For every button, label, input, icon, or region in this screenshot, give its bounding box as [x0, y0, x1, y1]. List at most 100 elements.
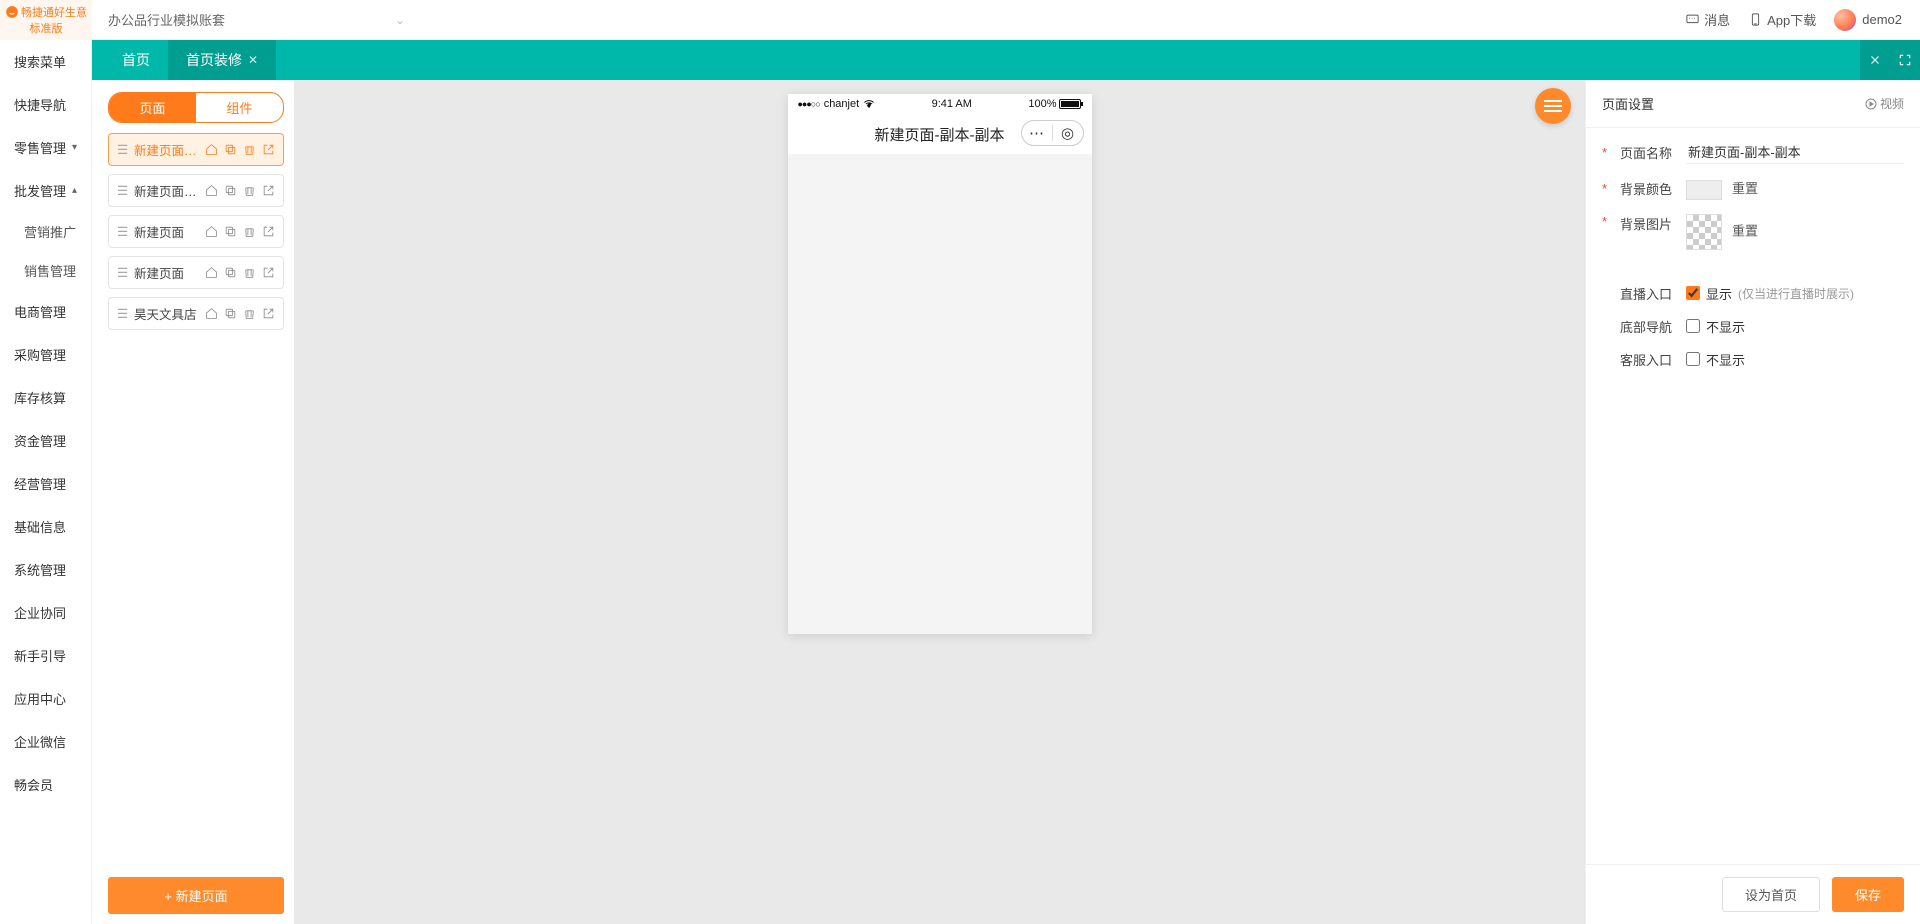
page-row[interactable]: ☰ 新建页面-副本-... [108, 133, 284, 166]
miniprogram-capsule[interactable]: ⋯ ◎ [1021, 120, 1084, 146]
drag-icon[interactable]: ☰ [117, 142, 128, 157]
page-row[interactable]: ☰ 新建页面 [108, 215, 284, 248]
nav-retail[interactable]: 零售管理▾ [0, 126, 91, 169]
topbar: 畅捷通好生意 标准版 办公品行业模拟账套 ⌄ 消息 App下载 demo2 [0, 0, 1920, 40]
share-icon[interactable] [262, 143, 275, 156]
target-icon[interactable]: ◎ [1053, 124, 1083, 142]
reset-bg-color[interactable]: 重置 [1732, 181, 1758, 196]
carrier-label: chanjet [824, 98, 859, 110]
nav-collab[interactable]: 企业协同 [0, 591, 91, 634]
live-entry-checkbox[interactable] [1686, 286, 1700, 300]
save-button[interactable]: 保存 [1832, 877, 1904, 912]
nav-operation[interactable]: 经营管理 [0, 462, 91, 505]
nav-purchase[interactable]: 采购管理 [0, 333, 91, 376]
user-menu[interactable]: demo2 [1834, 9, 1902, 31]
set-home-button[interactable]: 设为首页 [1722, 877, 1820, 912]
delete-icon[interactable] [243, 143, 256, 156]
nav-wholesale-marketing[interactable]: 营销推广 [0, 212, 91, 251]
page-row[interactable]: ☰ 昊天文具店 [108, 297, 284, 330]
share-icon[interactable] [262, 266, 275, 279]
share-icon[interactable] [262, 184, 275, 197]
nav-ecommerce[interactable]: 电商管理 [0, 290, 91, 333]
bg-color-swatch[interactable] [1686, 180, 1722, 200]
delete-icon[interactable] [243, 307, 256, 320]
canvas-menu-button[interactable] [1535, 88, 1571, 124]
account-set-select[interactable]: 办公品行业模拟账套 ⌄ [108, 10, 405, 29]
battery-label: 100% [1028, 98, 1056, 110]
delete-icon[interactable] [243, 225, 256, 238]
reset-bg-image[interactable]: 重置 [1732, 223, 1758, 238]
messages-link[interactable]: 消息 [1685, 10, 1730, 29]
tab-decorate[interactable]: 首页装修 ✕ [168, 40, 276, 80]
status-bar: ●●●○○ chanjet 9:41 AM 100% [788, 94, 1092, 114]
brand-icon [5, 5, 19, 19]
delete-icon[interactable] [243, 266, 256, 279]
home-icon[interactable] [205, 143, 218, 156]
home-icon[interactable] [205, 307, 218, 320]
close-icon[interactable]: ✕ [248, 53, 258, 67]
phone-title: 新建页面-副本-副本 [875, 124, 1005, 145]
pagelist-tab-page[interactable]: 页面 [109, 93, 196, 122]
phone-titlebar: 新建页面-副本-副本 ⋯ ◎ [788, 114, 1092, 154]
caret-up-icon: ▴ [72, 185, 77, 196]
phone-body[interactable] [788, 154, 1092, 634]
brand-text: 畅捷通好生意 [21, 4, 87, 20]
play-icon [1865, 98, 1877, 110]
top-actions: 消息 App下载 demo2 [1685, 9, 1920, 31]
copy-icon[interactable] [224, 184, 237, 197]
username: demo2 [1862, 12, 1902, 27]
cs-entry-checkbox[interactable] [1686, 352, 1700, 366]
fullscreen-button[interactable] [1890, 40, 1920, 80]
nav-system[interactable]: 系统管理 [0, 548, 91, 591]
nav-wechat[interactable]: 企业微信 [0, 720, 91, 763]
nav-inventory[interactable]: 库存核算 [0, 376, 91, 419]
drag-icon[interactable]: ☰ [117, 265, 128, 280]
home-icon[interactable] [205, 266, 218, 279]
add-page-button[interactable]: + 新建页面 [108, 877, 284, 914]
nav-wholesale-sales[interactable]: 销售管理 [0, 251, 91, 290]
home-icon[interactable] [205, 184, 218, 197]
drag-icon[interactable]: ☰ [117, 183, 128, 198]
primary-nav: 搜索菜单 快捷导航 零售管理▾ 批发管理▴ 营销推广 销售管理 电商管理 采购管… [0, 40, 92, 924]
bottom-nav-checkbox[interactable] [1686, 319, 1700, 333]
drag-icon[interactable]: ☰ [117, 224, 128, 239]
version-badge: 标准版 [30, 20, 63, 36]
avatar [1834, 9, 1856, 31]
nav-quick[interactable]: 快捷导航 [0, 83, 91, 126]
page-name-input[interactable] [1686, 140, 1904, 164]
drag-icon[interactable]: ☰ [117, 306, 128, 321]
share-icon[interactable] [262, 225, 275, 238]
copy-icon[interactable] [224, 225, 237, 238]
phone-preview: ●●●○○ chanjet 9:41 AM 100% 新建页面-副本-副本 ⋯ … [788, 94, 1092, 634]
share-icon[interactable] [262, 307, 275, 320]
page-row[interactable]: ☰ 新建页面 [108, 256, 284, 289]
more-icon[interactable]: ⋯ [1022, 124, 1052, 142]
delete-icon[interactable] [243, 184, 256, 197]
account-set-label: 办公品行业模拟账套 [108, 10, 225, 29]
video-link[interactable]: 视频 [1865, 95, 1904, 112]
nav-guide[interactable]: 新手引导 [0, 634, 91, 677]
signal-icon: ●●●○○ [798, 99, 820, 109]
settings-panel: 页面设置 视频 *页面名称 *背景颜色 重置 *背景图片 重置 直播入口 [1585, 80, 1920, 924]
page-row[interactable]: ☰ 新建页面-副本 [108, 174, 284, 207]
caret-down-icon: ▾ [72, 142, 77, 153]
home-icon[interactable] [205, 225, 218, 238]
app-download-link[interactable]: App下载 [1748, 10, 1816, 29]
nav-basic[interactable]: 基础信息 [0, 505, 91, 548]
canvas: ●●●○○ chanjet 9:41 AM 100% 新建页面-副本-副本 ⋯ … [294, 80, 1585, 924]
tabstrip-close-button[interactable] [1860, 40, 1890, 80]
time-label: 9:41 AM [932, 98, 972, 110]
logo[interactable]: 畅捷通好生意 标准版 [0, 0, 92, 40]
tab-home[interactable]: 首页 [104, 40, 168, 80]
nav-member[interactable]: 畅会员 [0, 763, 91, 806]
nav-wholesale[interactable]: 批发管理▴ [0, 169, 91, 212]
nav-search-menu[interactable]: 搜索菜单 [0, 40, 91, 83]
pagelist-tab-component[interactable]: 组件 [196, 93, 283, 122]
copy-icon[interactable] [224, 307, 237, 320]
copy-icon[interactable] [224, 266, 237, 279]
battery-icon [1059, 99, 1081, 109]
bg-image-picker[interactable] [1686, 214, 1722, 250]
nav-apps[interactable]: 应用中心 [0, 677, 91, 720]
copy-icon[interactable] [224, 143, 237, 156]
nav-funds[interactable]: 资金管理 [0, 419, 91, 462]
